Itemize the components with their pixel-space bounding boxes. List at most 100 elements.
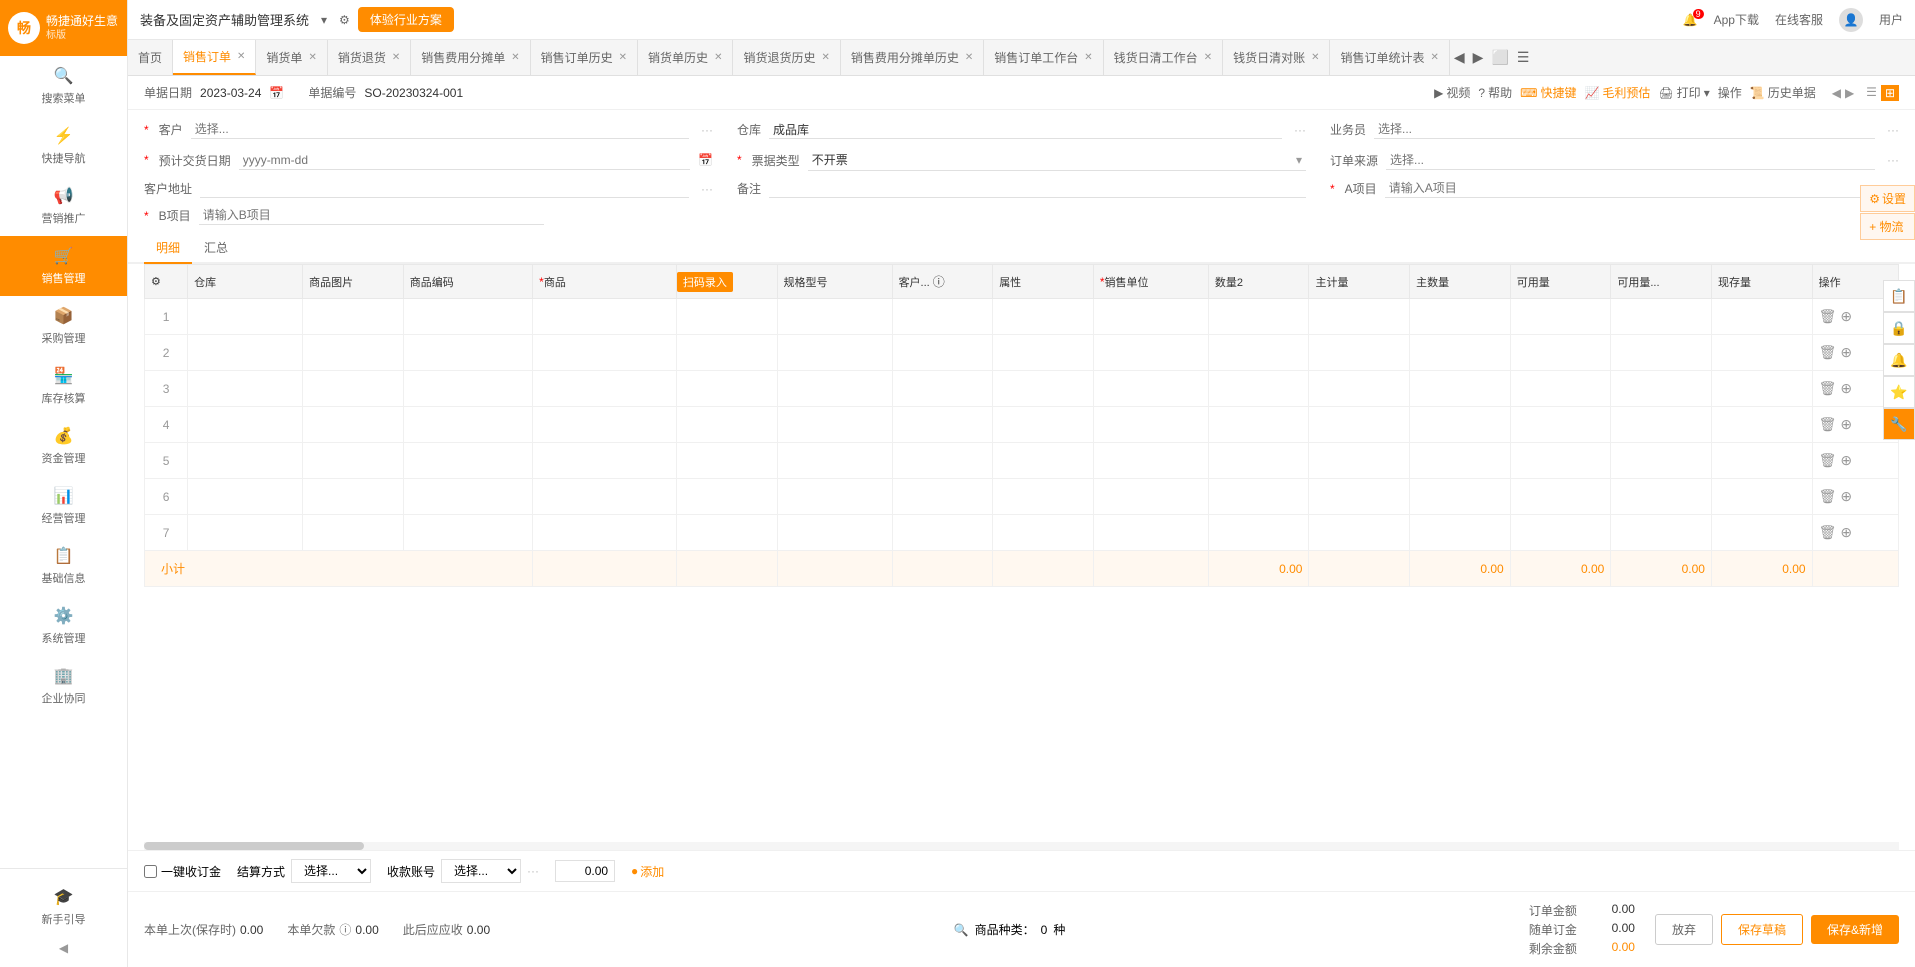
copy-icon[interactable]: ⊕: [1840, 488, 1852, 505]
delete-icon[interactable]: 🗑: [1819, 524, 1837, 541]
delete-icon[interactable]: 🗑: [1819, 380, 1837, 397]
salesperson-input[interactable]: [1374, 120, 1875, 139]
tab-close-icon[interactable]: ✕: [1431, 52, 1439, 63]
order-source-input[interactable]: [1386, 151, 1875, 170]
shortcut-btn[interactable]: ⌨ 快捷键: [1520, 84, 1576, 101]
tab-close-icon[interactable]: ✕: [1311, 52, 1319, 63]
horizontal-scrollbar[interactable]: [144, 842, 1899, 850]
operation-btn[interactable]: 操作: [1718, 84, 1742, 101]
view-btn[interactable]: ▶ 视频: [1434, 84, 1470, 101]
customer-address-input[interactable]: [200, 179, 689, 198]
detail-tab-detail[interactable]: 明细: [144, 233, 192, 264]
note-input[interactable]: [769, 179, 1306, 198]
tab-close-icon[interactable]: ✕: [1084, 52, 1092, 63]
sidebar-collapse-btn[interactable]: ◀: [0, 937, 127, 959]
one-click-checkbox[interactable]: [144, 865, 157, 878]
side-btn-4[interactable]: ⭐: [1883, 376, 1915, 408]
save-draft-button[interactable]: 保存草稿: [1721, 914, 1803, 945]
system-dropdown[interactable]: ▾: [321, 13, 327, 27]
tab-sales-order[interactable]: 销售订单 ✕: [173, 40, 256, 75]
tab-close-icon[interactable]: ✕: [619, 52, 627, 63]
tab-maximize[interactable]: ⬜: [1487, 49, 1512, 66]
calendar2-icon[interactable]: 📅: [698, 153, 713, 167]
warehouse-input[interactable]: [769, 120, 1282, 139]
tab-close-icon[interactable]: ✕: [714, 52, 722, 63]
sidebar-item-guide[interactable]: 🎓 新手引导: [0, 877, 127, 937]
help-btn[interactable]: ? 帮助: [1478, 84, 1512, 101]
copy-icon[interactable]: ⊕: [1840, 380, 1852, 397]
tab-menu[interactable]: ☰: [1513, 49, 1534, 66]
payment-method-select[interactable]: 选择...: [291, 859, 371, 883]
invoice-type-select[interactable]: 不开票 ▾: [808, 149, 1306, 171]
plan-button[interactable]: 体验行业方案: [358, 7, 454, 32]
tab-order-workbench[interactable]: 销售订单工作台 ✕: [984, 40, 1103, 75]
sidebar-item-marketing[interactable]: 📢 营销推广: [0, 176, 127, 236]
delivery-date-input[interactable]: [239, 151, 690, 170]
tab-close-icon[interactable]: ✕: [965, 52, 973, 63]
copy-icon[interactable]: ⊕: [1840, 344, 1852, 361]
copy-icon[interactable]: ⊕: [1840, 308, 1852, 325]
delete-icon[interactable]: 🗑: [1819, 308, 1837, 325]
card-view-icon[interactable]: ⊞: [1881, 85, 1899, 101]
account-more-icon[interactable]: ···: [527, 864, 539, 878]
order-source-more-icon[interactable]: ···: [1887, 153, 1899, 167]
copy-icon[interactable]: ⊕: [1840, 416, 1852, 433]
warehouse-more-icon[interactable]: ···: [1294, 123, 1306, 137]
tab-invoice-history[interactable]: 销货单历史 ✕: [638, 40, 733, 75]
sidebar-item-quick-nav[interactable]: ⚡ 快捷导航: [0, 116, 127, 176]
tab-close-icon[interactable]: ✕: [821, 52, 829, 63]
sidebar-item-enterprise[interactable]: 🏢 企业协同: [0, 656, 127, 716]
amount-input[interactable]: 0.00: [555, 860, 615, 882]
side-btn-2[interactable]: 🔒: [1883, 312, 1915, 344]
side-btn-5[interactable]: 🔧: [1883, 408, 1915, 440]
tab-daily-workbench[interactable]: 钱货日清工作台 ✕: [1104, 40, 1223, 75]
scan-btn[interactable]: 扫码录入: [677, 272, 733, 292]
nav-next-icon[interactable]: ▶: [1845, 86, 1854, 100]
calendar-icon[interactable]: 📅: [269, 86, 284, 100]
side-btn-1[interactable]: 📋: [1883, 280, 1915, 312]
tab-expense-history[interactable]: 销售费用分摊单历史 ✕: [841, 40, 984, 75]
user-avatar[interactable]: 👤: [1839, 8, 1863, 32]
tab-home[interactable]: 首页: [128, 40, 173, 75]
print-btn[interactable]: 🖨 打印 ▾: [1658, 84, 1709, 101]
b-project-input[interactable]: [199, 206, 544, 225]
tab-sales-return[interactable]: 销货退货 ✕: [328, 40, 411, 75]
sidebar-item-system[interactable]: ⚙️ 系统管理: [0, 596, 127, 656]
settings-float-btn[interactable]: ⚙ 设置: [1860, 185, 1915, 212]
salesperson-more-icon[interactable]: ···: [1887, 123, 1899, 137]
customer-input[interactable]: [191, 120, 689, 139]
tab-close-icon[interactable]: ✕: [392, 52, 400, 63]
delete-icon[interactable]: 🗑: [1819, 344, 1837, 361]
add-button[interactable]: ● 添加: [631, 863, 664, 880]
scrollbar-thumb[interactable]: [144, 842, 364, 850]
discard-button[interactable]: 放弃: [1655, 914, 1713, 945]
delete-icon[interactable]: 🗑: [1819, 488, 1837, 505]
tab-close-icon[interactable]: ✕: [511, 52, 519, 63]
tab-nav-prev[interactable]: ◀: [1450, 49, 1469, 66]
tab-close-icon[interactable]: ✕: [237, 51, 245, 62]
sidebar-item-finance[interactable]: 💰 资金管理: [0, 416, 127, 476]
online-support-link[interactable]: 在线客服: [1775, 11, 1823, 28]
copy-icon[interactable]: ⊕: [1840, 524, 1852, 541]
tab-close-icon[interactable]: ✕: [308, 52, 316, 63]
copy-icon[interactable]: ⊕: [1840, 452, 1852, 469]
tab-daily-reconcile[interactable]: 钱货日清对账 ✕: [1223, 40, 1330, 75]
sidebar-item-purchase[interactable]: 📦 采购管理: [0, 296, 127, 356]
tab-order-stats[interactable]: 销售订单统计表 ✕: [1330, 40, 1449, 75]
col-settings[interactable]: ⚙: [145, 265, 188, 299]
grid-view-icon[interactable]: ☰: [1866, 85, 1877, 101]
tab-sales-invoice[interactable]: 销货单 ✕: [256, 40, 327, 75]
sidebar-item-inventory[interactable]: 🏪 库存核算: [0, 356, 127, 416]
tab-expense-split[interactable]: 销售费用分摊单 ✕: [411, 40, 530, 75]
sidebar-item-basic[interactable]: 📋 基础信息: [0, 536, 127, 596]
delete-icon[interactable]: 🗑: [1819, 452, 1837, 469]
nav-prev-icon[interactable]: ◀: [1832, 86, 1841, 100]
delete-icon[interactable]: 🗑: [1819, 416, 1837, 433]
profit-btn[interactable]: 📈 毛利预估: [1584, 84, 1650, 101]
settings-icon-btn[interactable]: ⚙: [339, 13, 350, 27]
account-select[interactable]: 选择...: [441, 859, 521, 883]
tab-nav-next[interactable]: ▶: [1469, 49, 1488, 66]
sidebar-item-search[interactable]: 🔍 搜索菜单: [0, 56, 127, 116]
history-btn[interactable]: 📜 历史单据: [1750, 84, 1816, 101]
notification-bell[interactable]: 🔔 9: [1683, 13, 1698, 27]
